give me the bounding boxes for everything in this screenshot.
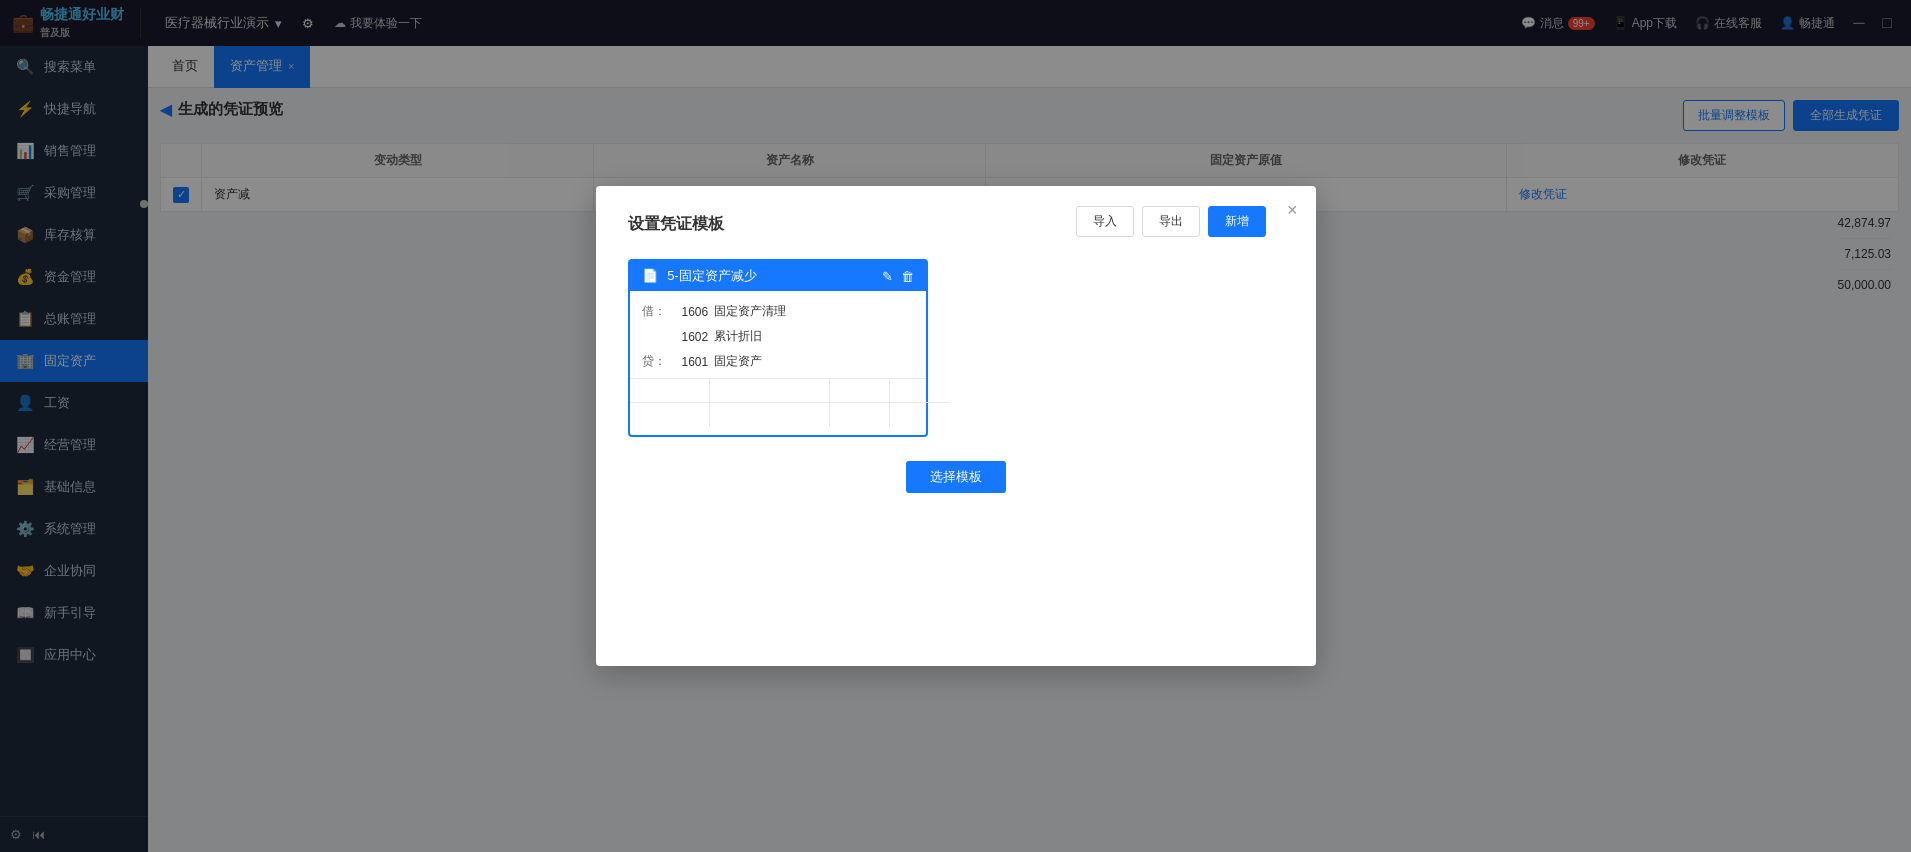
template-header-actions: ✎ 🗑 (882, 269, 914, 284)
modal-close-btn[interactable]: × (1287, 200, 1298, 221)
template-entry-row-3: 贷： 1601 固定资产 (630, 349, 926, 374)
entry-name-2: 累计折旧 (714, 328, 762, 345)
grid-cell-3 (830, 379, 890, 403)
template-entry-row-1: 借： 1606 固定资产清理 (630, 299, 926, 324)
template-delete-icon[interactable]: 🗑 (901, 269, 914, 284)
template-card-body: 借： 1606 固定资产清理 1602 累计折旧 贷： 1601 固定资产 (630, 291, 926, 435)
import-btn[interactable]: 导入 (1076, 206, 1134, 237)
grid-cell-2 (710, 379, 830, 403)
template-card-header: 📄 5-固定资产减少 ✎ 🗑 (630, 261, 926, 291)
modal-overlay[interactable]: 设置凭证模板 导入 导出 新增 × 📄 5-固定资产减少 ✎ 🗑 (0, 0, 1911, 852)
grid-cell-6 (710, 403, 830, 427)
modal-dialog: 设置凭证模板 导入 导出 新增 × 📄 5-固定资产减少 ✎ 🗑 (596, 186, 1316, 666)
template-card: 📄 5-固定资产减少 ✎ 🗑 借： 1606 固定资产清理 (628, 259, 928, 437)
entry-direction-3: 贷： (642, 353, 682, 370)
entry-account-1: 1606 (682, 305, 709, 319)
template-id-name: 5-固定资产减少 (667, 268, 757, 283)
modal-content: 📄 5-固定资产减少 ✎ 🗑 借： 1606 固定资产清理 (628, 259, 1284, 493)
template-entry-row-2: 1602 累计折旧 (630, 324, 926, 349)
grid-cell-4 (890, 379, 950, 403)
entry-name-3: 固定资产 (714, 353, 762, 370)
grid-cell-5 (630, 403, 710, 427)
new-template-btn[interactable]: 新增 (1208, 206, 1266, 237)
entry-account-2: 1602 (682, 330, 709, 344)
template-edit-icon[interactable]: ✎ (882, 269, 893, 284)
grid-cell-1 (630, 379, 710, 403)
select-template-btn[interactable]: 选择模板 (906, 461, 1006, 493)
entry-direction-1: 借： (642, 303, 682, 320)
grid-cell-7 (830, 403, 890, 427)
template-grid-area (630, 378, 926, 427)
export-btn[interactable]: 导出 (1142, 206, 1200, 237)
template-title: 📄 5-固定资产减少 (642, 267, 757, 285)
template-doc-icon: 📄 (642, 268, 658, 283)
grid-cell-8 (890, 403, 950, 427)
modal-header-actions: 导入 导出 新增 (1076, 206, 1266, 237)
entry-account-3: 1601 (682, 355, 709, 369)
entry-name-1: 固定资产清理 (714, 303, 786, 320)
